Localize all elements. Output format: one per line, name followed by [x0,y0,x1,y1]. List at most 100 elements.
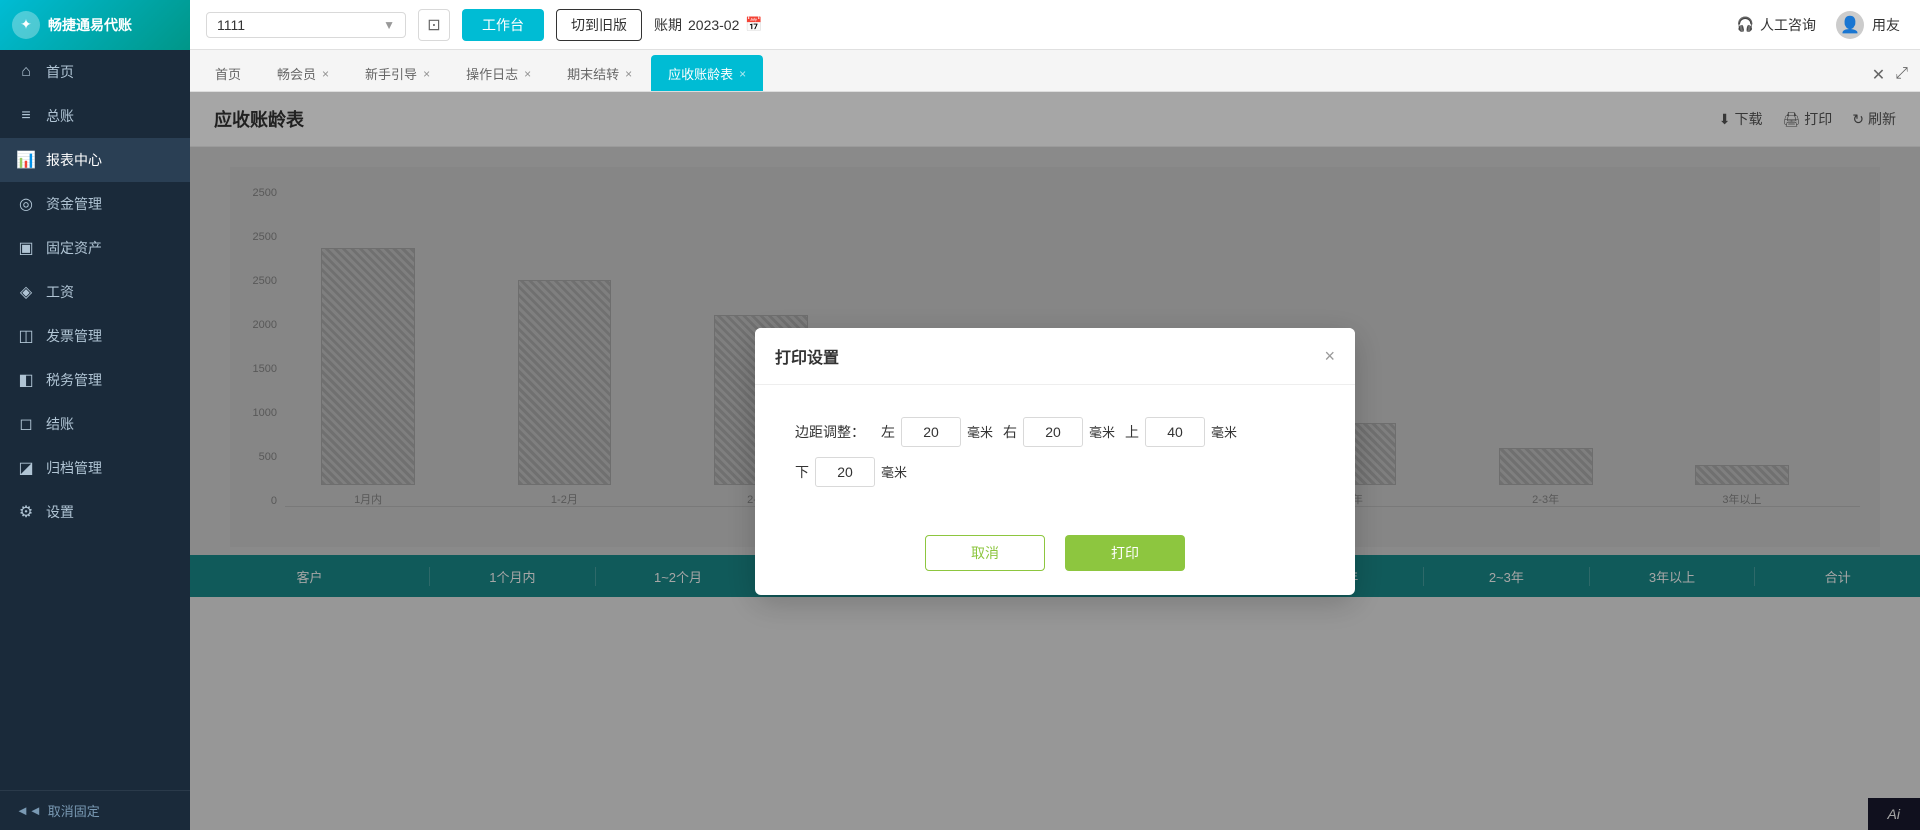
sidebar-item-invoice[interactable]: ◫ 发票管理 [0,314,190,358]
content-area: 首页 畅会员 × 新手引导 × 操作日志 × 期末结转 × 应收账龄表 × [190,50,1920,830]
archive-icon: ◪ [16,458,36,478]
tab-ar-aging-label: 应收账龄表 [668,64,733,83]
dropdown-arrow-icon: ▼ [383,18,395,32]
tab-guide-label: 新手引导 [365,64,417,83]
sidebar-item-home[interactable]: ⌂ 首页 [0,50,190,94]
tab-member[interactable]: 畅会员 × [260,55,346,91]
right-margin-group: 右 毫米 [1003,417,1115,447]
tab-home[interactable]: 首页 [198,55,258,91]
tab-expand-icon[interactable]: ⤢ [1895,65,1908,85]
left-margin-input[interactable] [901,417,961,447]
modal-overlay[interactable]: 打印设置 × 边距调整： 左 毫米 右 [190,92,1920,830]
left-margin-group: 左 毫米 [881,417,993,447]
right-margin-input[interactable] [1023,417,1083,447]
sidebar-item-payroll[interactable]: ◈ 工资 [0,270,190,314]
home-icon: ⌂ [16,63,36,81]
top-margin-input[interactable] [1145,417,1205,447]
consult-button[interactable]: 🎧 人工咨询 [1737,15,1816,35]
left-unit-label: 毫米 [967,422,993,441]
margin-label: 边距调整： [795,422,865,442]
sidebar-footer[interactable]: ◄◄ 取消固定 [0,790,190,830]
calendar-icon[interactable]: 📅 [745,16,762,33]
sidebar-item-ledger[interactable]: ≡ 总账 [0,94,190,138]
print-settings-modal: 打印设置 × 边距调整： 左 毫米 右 [755,328,1355,595]
sidebar-item-settle[interactable]: ◻ 结账 [0,402,190,446]
sidebar-footer-label: 取消固定 [48,801,100,820]
tab-bar-actions: ✕ ⤢ [1872,65,1908,85]
sidebar-item-settings[interactable]: ⚙ 设置 [0,490,190,534]
modal-header: 打印设置 × [755,328,1355,385]
workbench-button[interactable]: 工作台 [462,9,544,41]
tab-home-label: 首页 [215,64,241,83]
bottom-margin-input[interactable] [815,457,875,487]
tab-period-end[interactable]: 期末结转 × [550,55,649,91]
company-name: 1111 [217,17,377,33]
tab-bar: 首页 畅会员 × 新手引导 × 操作日志 × 期末结转 × 应收账龄表 × [190,50,1920,92]
period-label: 账期 [654,15,682,35]
sidebar-label-reports: 报表中心 [46,150,102,170]
tab-ar-aging[interactable]: 应收账龄表 × [651,55,763,91]
tab-oplog-close[interactable]: × [524,67,531,81]
settle-icon: ◻ [16,414,36,434]
tab-period-end-label: 期末结转 [567,64,619,83]
modal-footer: 取消 打印 [755,519,1355,595]
sidebar-item-reports[interactable]: 📊 报表中心 [0,138,190,182]
sidebar-item-assets[interactable]: ▣ 固定资产 [0,226,190,270]
right-direction-label: 右 [1003,422,1017,442]
modal-close-button[interactable]: × [1324,347,1335,365]
invoice-icon: ◫ [16,326,36,346]
sidebar-label-tax: 税务管理 [46,370,102,390]
cancel-button[interactable]: 取消 [925,535,1045,571]
settings-icon: ⚙ [16,502,36,522]
app-name: 畅捷通易代账 [48,15,132,35]
period-area: 账期 2023-02 📅 [654,15,763,35]
user-area[interactable]: 👤 用友 [1836,11,1900,39]
top-direction-label: 上 [1125,422,1139,442]
print-confirm-button[interactable]: 打印 [1065,535,1185,571]
tab-member-close[interactable]: × [322,67,329,81]
bottom-unit-label: 毫米 [881,462,907,481]
top-header: ✦ 畅捷通易代账 1111 ▼ ⊡ 工作台 切到旧版 账期 2023-02 📅 … [0,0,1920,50]
modal-body: 边距调整： 左 毫米 右 毫米 [755,385,1355,519]
payroll-icon: ◈ [16,282,36,302]
logo-icon: ✦ [12,11,40,39]
sidebar-item-funds[interactable]: ◎ 资金管理 [0,182,190,226]
sidebar-scroll: ⌂ 首页 ≡ 总账 📊 报表中心 ◎ 资金管理 ▣ 固定资产 ◈ 工资 [0,50,190,790]
page-content: 应收账龄表 ⬇ 下载 🖨 打印 ↻ 刷新 [190,92,1920,830]
sidebar: ⌂ 首页 ≡ 总账 📊 报表中心 ◎ 资金管理 ▣ 固定资产 ◈ 工资 [0,50,190,830]
tab-member-label: 畅会员 [277,64,316,83]
ledger-icon: ≡ [16,107,36,125]
consult-label: 人工咨询 [1760,15,1816,35]
copy-button[interactable]: ⊡ [418,9,450,41]
period-value: 2023-02 [688,17,739,33]
top-unit-label: 毫米 [1211,422,1237,441]
tab-oplog[interactable]: 操作日志 × [449,55,548,91]
funds-icon: ◎ [16,194,36,214]
sidebar-label-home: 首页 [46,62,74,82]
sidebar-item-archive[interactable]: ◪ 归档管理 [0,446,190,490]
sidebar-label-settings: 设置 [46,502,74,522]
sidebar-label-ledger: 总账 [46,106,74,126]
company-selector[interactable]: 1111 ▼ [206,12,406,38]
headset-icon: 🎧 [1737,16,1754,33]
user-name: 用友 [1872,15,1900,35]
tab-guide-close[interactable]: × [423,67,430,81]
sidebar-label-invoice: 发票管理 [46,326,102,346]
tab-ar-aging-close[interactable]: × [739,67,746,81]
logo-area: ✦ 畅捷通易代账 [0,0,190,50]
sidebar-label-assets: 固定资产 [46,238,102,258]
assets-icon: ▣ [16,238,36,258]
tab-oplog-label: 操作日志 [466,64,518,83]
tab-guide[interactable]: 新手引导 × [348,55,447,91]
tab-close-all-icon[interactable]: ✕ [1872,65,1885,85]
margin-form-row: 边距调整： 左 毫米 右 毫米 [795,417,1315,487]
top-margin-group: 上 毫米 [1125,417,1237,447]
sidebar-label-settle: 结账 [46,414,74,434]
main-layout: ⌂ 首页 ≡ 总账 📊 报表中心 ◎ 资金管理 ▣ 固定资产 ◈ 工资 [0,50,1920,830]
header-main: 1111 ▼ ⊡ 工作台 切到旧版 账期 2023-02 📅 [190,9,1737,41]
tab-period-end-close[interactable]: × [625,67,632,81]
sidebar-item-tax[interactable]: ◧ 税务管理 [0,358,190,402]
tax-icon: ◧ [16,370,36,390]
user-avatar: 👤 [1836,11,1864,39]
switch-version-button[interactable]: 切到旧版 [556,9,642,41]
